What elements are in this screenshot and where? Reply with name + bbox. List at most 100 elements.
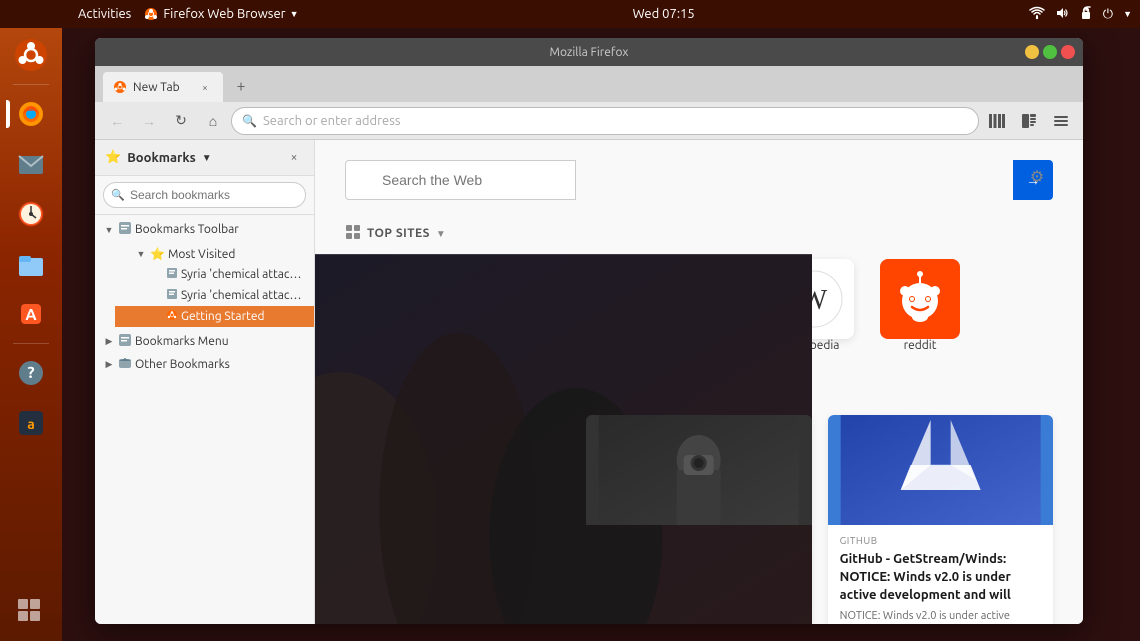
new-tab-tab[interactable]: New Tab ×	[103, 72, 223, 102]
newtab-search-input[interactable]	[345, 160, 576, 200]
main-area: ⭐ Bookmarks ▼ × 🔍 ▼	[95, 140, 1083, 624]
taskbar: A ? a	[0, 0, 62, 641]
other-bookmarks-icon	[118, 356, 132, 373]
search-input-wrap: 🔍	[345, 160, 1013, 200]
reader-view-button[interactable]	[1015, 107, 1043, 135]
svg-text:?: ?	[27, 364, 34, 382]
card-desc-winds: NOTICE: Winds v2.0 is under active	[840, 609, 1041, 624]
bookmarks-menu-icon	[118, 333, 132, 350]
system-menu-icon[interactable]: ⏻	[1103, 7, 1113, 22]
highlight-card-bbc-syria[interactable]: BBC Syria 'chemical attack': Trump cance…	[345, 415, 570, 624]
navigation-bar: ← → ↻ ⌂ 🔍 Search or enter address	[95, 102, 1083, 140]
system-tray: ⏻ ▼	[1029, 6, 1132, 23]
most-visited-label: Most Visited	[168, 248, 236, 261]
highlights-grid: BBC Syria 'chemical attack': Trump cance…	[345, 415, 1053, 624]
toolbar-icon	[118, 221, 132, 238]
activities-button[interactable]: Activities	[70, 7, 139, 21]
newtab-search-bar: 🔍 →	[345, 160, 1053, 200]
library-button[interactable]	[983, 107, 1011, 135]
getting-started-label: Getting Started	[181, 310, 264, 323]
getting-started-icon	[166, 309, 178, 324]
time-display: Wed 07:15	[633, 7, 695, 21]
forward-button[interactable]: →	[135, 107, 163, 135]
taskbar-help-icon[interactable]: ?	[10, 352, 52, 394]
bookmarks-search-input[interactable]	[103, 182, 306, 208]
maximize-button[interactable]: □	[1043, 45, 1057, 59]
card-title-winds: GitHub - GetStream/Winds: NOTICE: Winds …	[840, 550, 1041, 605]
taskbar-amazon-icon[interactable]: a	[10, 402, 52, 444]
other-bookmarks-toggle: ▶	[103, 359, 115, 371]
titlebar: Mozilla Firefox _ □ ×	[95, 38, 1083, 66]
sidebar-close-button[interactable]: ×	[284, 148, 304, 168]
sidebar-search-area: 🔍	[95, 176, 314, 215]
app-name-label: Firefox Web Browser	[163, 7, 285, 21]
star-icon: ⭐	[105, 150, 121, 165]
wifi-icon[interactable]	[1029, 6, 1045, 23]
bookmarks-sidebar: ⭐ Bookmarks ▼ × 🔍 ▼	[95, 140, 315, 624]
close-button[interactable]: ×	[1061, 45, 1075, 59]
other-bookmarks-row[interactable]: ▶ Other Bookmarks	[95, 353, 314, 376]
tab-close-button[interactable]: ×	[197, 79, 213, 95]
syria2-label: Syria 'chemical attack': Tr...	[181, 289, 306, 302]
most-visited-row[interactable]: ▼ ⭐ Most Visited	[115, 244, 314, 264]
sidebar-search-icon: 🔍	[111, 189, 125, 202]
syria2-icon	[166, 288, 178, 303]
taskbar-firefox-icon[interactable]	[10, 93, 52, 135]
minimize-button[interactable]: _	[1025, 45, 1039, 59]
bookmarks-title-button[interactable]: ⭐ Bookmarks ▼	[105, 150, 212, 165]
volume-icon[interactable]	[1055, 6, 1069, 23]
app-menu-arrow: ▼	[290, 9, 299, 19]
getting-started-toggle	[151, 311, 163, 323]
taskbar-files-icon[interactable]	[10, 243, 52, 285]
reload-button[interactable]: ↻	[167, 107, 195, 135]
syria2-toggle	[151, 290, 163, 302]
new-tab-button[interactable]: +	[227, 72, 255, 100]
svg-text:A: A	[25, 306, 37, 324]
system-time: Wed 07:15	[298, 7, 1028, 21]
sidebar-header: ⭐ Bookmarks ▼ ×	[95, 140, 314, 176]
taskbar-clock-icon[interactable]	[10, 193, 52, 235]
lock-icon[interactable]	[1079, 6, 1093, 23]
taskbar-mail-icon[interactable]	[10, 143, 52, 185]
bookmarks-toolbar-row[interactable]: ▼ Bookmarks Toolbar	[95, 218, 314, 241]
bookmarks-menu-toggle: ▶	[103, 336, 115, 348]
taskbar-ubuntu-icon[interactable]	[10, 34, 52, 76]
bookmarks-menu-label: Bookmarks Menu	[135, 335, 229, 348]
bookmarks-dropdown-icon: ▼	[202, 152, 212, 164]
svg-text:a: a	[27, 416, 35, 432]
syria1-label: Syria 'chemical attack': Tr...	[181, 268, 306, 281]
syria2-row[interactable]: Syria 'chemical attack': Tr...	[115, 285, 314, 306]
bookmarks-menu-row[interactable]: ▶ Bookmarks Menu	[95, 330, 314, 353]
highlight-card-winds[interactable]: GITHUB GitHub - GetStream/Winds: NOTICE:…	[828, 415, 1053, 624]
site-tile-reddit[interactable]: reddit	[875, 259, 965, 352]
most-visited-toggle: ▼	[135, 248, 147, 260]
card-body-winds: GITHUB GitHub - GetStream/Winds: NOTICE:…	[828, 525, 1053, 624]
taskbar-software-icon[interactable]: A	[10, 293, 52, 335]
card-source-winds: GITHUB	[840, 535, 1041, 546]
titlebar-buttons: _ □ ×	[1025, 45, 1075, 59]
most-visited-item: ▼ ⭐ Most Visited Syri	[95, 241, 314, 330]
new-tab-inner: ⚙ 🔍 →	[345, 160, 1053, 624]
search-icon: 🔍	[242, 114, 257, 128]
syria1-icon	[166, 267, 178, 282]
taskbar-divider-1	[13, 84, 49, 85]
getting-started-row[interactable]: Getting Started	[115, 306, 314, 327]
hamburger-menu-button[interactable]	[1047, 107, 1075, 135]
taskbar-top	[0, 0, 62, 28]
new-tab-page: ⚙ 🔍 →	[315, 140, 1083, 624]
newtab-settings-button[interactable]: ⚙	[1021, 160, 1053, 192]
other-bookmarks-label: Other Bookmarks	[135, 358, 230, 371]
toolbar-toggle: ▼	[103, 224, 115, 236]
taskbar-divider-2	[13, 343, 49, 344]
window-title: Mozilla Firefox	[550, 46, 629, 59]
address-bar[interactable]: 🔍 Search or enter address	[231, 107, 979, 135]
back-button[interactable]: ←	[103, 107, 131, 135]
syria1-row[interactable]: Syria 'chemical attack': Tr...	[115, 264, 314, 285]
home-button[interactable]: ⌂	[199, 107, 227, 135]
toolbar-label: Bookmarks Toolbar	[135, 223, 239, 236]
firefox-menu[interactable]: Firefox Web Browser ▼	[163, 7, 298, 21]
tab-label: New Tab	[133, 81, 180, 94]
taskbar-show-apps-icon[interactable]	[10, 591, 52, 633]
gear-icon: ⚙	[1030, 167, 1044, 186]
syria1-toggle	[151, 269, 163, 281]
